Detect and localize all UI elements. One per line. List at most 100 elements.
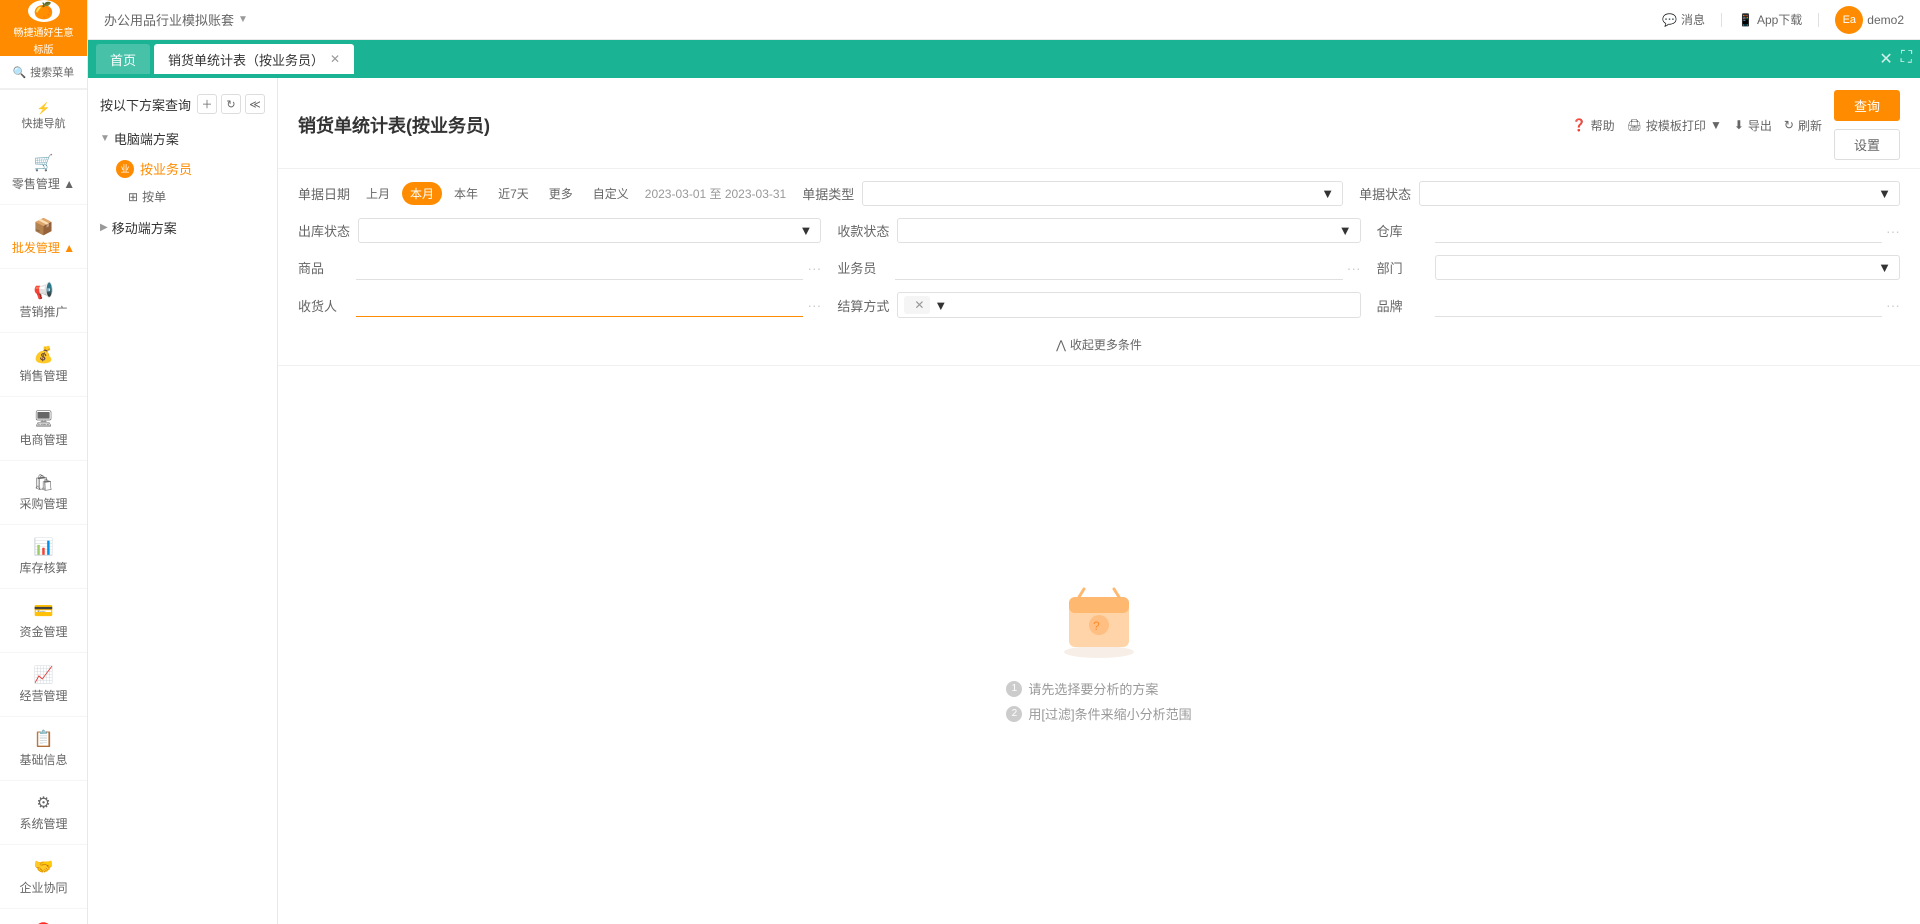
sidebar-item-enterprise[interactable]: 🤝 企业协同: [0, 845, 87, 909]
sidebar-item-wholesale[interactable]: 📦 批发管理 ▲: [0, 205, 87, 269]
refresh-icon: ↻: [1784, 118, 1794, 132]
filter-payment-status: 收款状态 ▼: [837, 218, 1360, 243]
app-download-btn[interactable]: 📱 App下载: [1738, 11, 1802, 28]
settlement-dropdown-icon[interactable]: ▼: [934, 298, 947, 313]
department-select[interactable]: ▼: [1435, 255, 1900, 280]
out-status-select[interactable]: ▼: [358, 218, 821, 243]
message-btn[interactable]: 💬 消息: [1662, 11, 1705, 28]
print-label: 按模板打印: [1646, 117, 1706, 134]
sidebar-item-ecommerce[interactable]: 🖥 电商管理: [0, 397, 87, 461]
export-btn[interactable]: ⬇ 导出: [1734, 117, 1772, 134]
query-button[interactable]: 查询: [1834, 90, 1900, 121]
warehouse-more-btn[interactable]: ···: [1886, 223, 1900, 239]
sidebar-item-retail[interactable]: 🛒 零售管理 ▲: [0, 141, 87, 205]
filter-row-2: 出库状态 ▼ 收款状态 ▼: [298, 218, 1900, 243]
tip-num-2: 2: [1006, 706, 1022, 722]
payment-status-select[interactable]: ▼: [897, 218, 1360, 243]
date-btn-custom[interactable]: 自定义: [585, 182, 637, 205]
settlement-tag-remove[interactable]: ✕: [914, 298, 924, 312]
empty-state: ? 1 请先选择要分析的方案 2 用[过滤]条件来缩小分析范围: [278, 366, 1920, 924]
breadcrumb: 办公用品行业模拟账套 ▼: [104, 10, 248, 29]
pc-plan-group: ▼ 电脑端方案 业 按业务员 ⊞ 按单: [88, 124, 277, 209]
app-logo[interactable]: 🍊 畅捷通好生意 标版: [0, 0, 87, 56]
tip-num-1: 1: [1006, 681, 1022, 697]
breadcrumb-dropdown-icon[interactable]: ▼: [238, 14, 248, 25]
add-plan-btn[interactable]: ＋: [197, 94, 217, 114]
sidebar-item-inventory[interactable]: 📊 库存核算: [0, 525, 87, 589]
plan-sub-item[interactable]: ⊞ 按单: [88, 184, 277, 209]
product-label: 商品: [298, 258, 348, 277]
sidebar-item-finance[interactable]: 💳 资金管理: [0, 589, 87, 653]
salesman-control: ···: [895, 256, 1360, 280]
header-left: 办公用品行业模拟账套 ▼: [104, 10, 248, 29]
brand-more-btn[interactable]: ···: [1886, 297, 1900, 313]
sidebar-item-basic[interactable]: 📋 基础信息: [0, 717, 87, 781]
payment-status-dropdown-icon: ▼: [1339, 223, 1352, 238]
empty-content: ? 1 请先选择要分析的方案 2 用[过滤]条件来缩小分析范围: [1006, 567, 1191, 723]
close-window-icon[interactable]: ✕: [1879, 49, 1892, 69]
filter-salesman: 业务员 ···: [837, 256, 1360, 280]
plan-item-salesman[interactable]: 业 按业务员: [88, 153, 277, 184]
filter-row-4: 收货人 ··· 结算方式 ✕: [298, 292, 1900, 318]
maximize-icon[interactable]: ⛶: [1901, 49, 1912, 69]
print-dropdown-icon[interactable]: ▼: [1710, 118, 1722, 132]
inventory-icon: 📊: [4, 537, 83, 557]
left-panel-header: 按以下方案查询 ＋ ↻ ≪: [88, 88, 277, 120]
sidebar-search[interactable]: 🔍 搜索菜单: [0, 56, 87, 89]
print-btn[interactable]: 🖨 按模板打印 ▼: [1627, 117, 1722, 134]
sidebar-item-system[interactable]: ⚙ 系统管理: [0, 781, 87, 845]
user-name: demo2: [1867, 13, 1904, 27]
date-btn-7days[interactable]: 近7天: [490, 182, 537, 205]
help-label: 帮助: [1591, 117, 1615, 134]
pc-plan-group-header[interactable]: ▼ 电脑端方案: [88, 124, 277, 153]
product-input[interactable]: [356, 256, 803, 280]
sidebar-item-operation[interactable]: 📈 经营管理: [0, 653, 87, 717]
sidebar-quick-nav[interactable]: ⚡ 快捷导航: [0, 89, 87, 141]
brand-input[interactable]: [1435, 293, 1882, 317]
order-type-select[interactable]: ▼: [862, 181, 1343, 206]
warehouse-input[interactable]: [1435, 219, 1882, 243]
tip-text-2: 用[过滤]条件来缩小分析范围: [1028, 704, 1191, 723]
app-download-icon: 📱: [1738, 13, 1753, 27]
page-header: 销货单统计表(按业务员) ❓ 帮助 🖨 按模板打印 ▼ ⬇ 导出: [278, 78, 1920, 169]
sidebar-item-sales[interactable]: 💰 销售管理: [0, 333, 87, 397]
product-more-btn[interactable]: ···: [807, 260, 821, 276]
user-profile[interactable]: Ea demo2: [1835, 6, 1904, 34]
operation-label: 经营管理: [19, 689, 67, 703]
sidebar-item-marketing[interactable]: 📢 营销推广: [0, 269, 87, 333]
sidebar-item-newguide[interactable]: 🎯 新手引导: [0, 909, 87, 924]
date-btn-this-year[interactable]: 本年: [446, 182, 486, 205]
brand-control: ···: [1435, 293, 1900, 317]
receiver-input[interactable]: [356, 293, 803, 317]
refresh-btn[interactable]: ↻ 刷新: [1784, 117, 1822, 134]
receiver-control: ···: [356, 293, 821, 317]
header-divider2: [1818, 13, 1819, 27]
date-btn-last-month[interactable]: 上月: [358, 182, 398, 205]
refresh-plan-btn[interactable]: ↻: [221, 94, 241, 114]
home-tab-label: 首页: [110, 50, 136, 69]
tab-close-icon[interactable]: ✕: [330, 52, 340, 66]
sub-item-label: 按单: [142, 188, 166, 205]
salesman-more-btn[interactable]: ···: [1347, 260, 1361, 276]
tab-home[interactable]: 首页: [96, 44, 150, 74]
settings-button[interactable]: 设置: [1834, 129, 1900, 160]
salesman-input[interactable]: [895, 256, 1342, 280]
sidebar-item-purchase[interactable]: 🛍 采购管理: [0, 461, 87, 525]
help-icon: ❓: [1572, 118, 1587, 132]
collapse-panel-btn[interactable]: ≪: [245, 94, 265, 114]
mobile-plan-group-header[interactable]: ▶ 移动端方案: [88, 213, 277, 242]
tab-sales-stat[interactable]: 销货单统计表（按业务员） ✕: [154, 44, 354, 74]
collapse-filter-btn[interactable]: ⋀ 收起更多条件: [298, 330, 1900, 353]
filter-date: 单据日期 上月 本月 本年 近7天 更多 自定义 2023-03-01 至 20…: [298, 182, 786, 205]
date-btn-more[interactable]: 更多: [541, 182, 581, 205]
date-btn-this-month[interactable]: 本月: [402, 182, 442, 205]
order-status-select[interactable]: ▼: [1419, 181, 1900, 206]
help-btn[interactable]: ❓ 帮助: [1572, 117, 1615, 134]
inventory-label: 库存核算: [19, 561, 67, 575]
brand-label: 品牌: [1377, 296, 1427, 315]
tab-window-controls: ✕ ⛶: [1879, 49, 1912, 69]
wholesale-icon: 📦: [4, 217, 83, 237]
system-label: 系统管理: [19, 817, 67, 831]
receiver-more-btn[interactable]: ···: [807, 297, 821, 313]
basic-icon: 📋: [4, 729, 83, 749]
